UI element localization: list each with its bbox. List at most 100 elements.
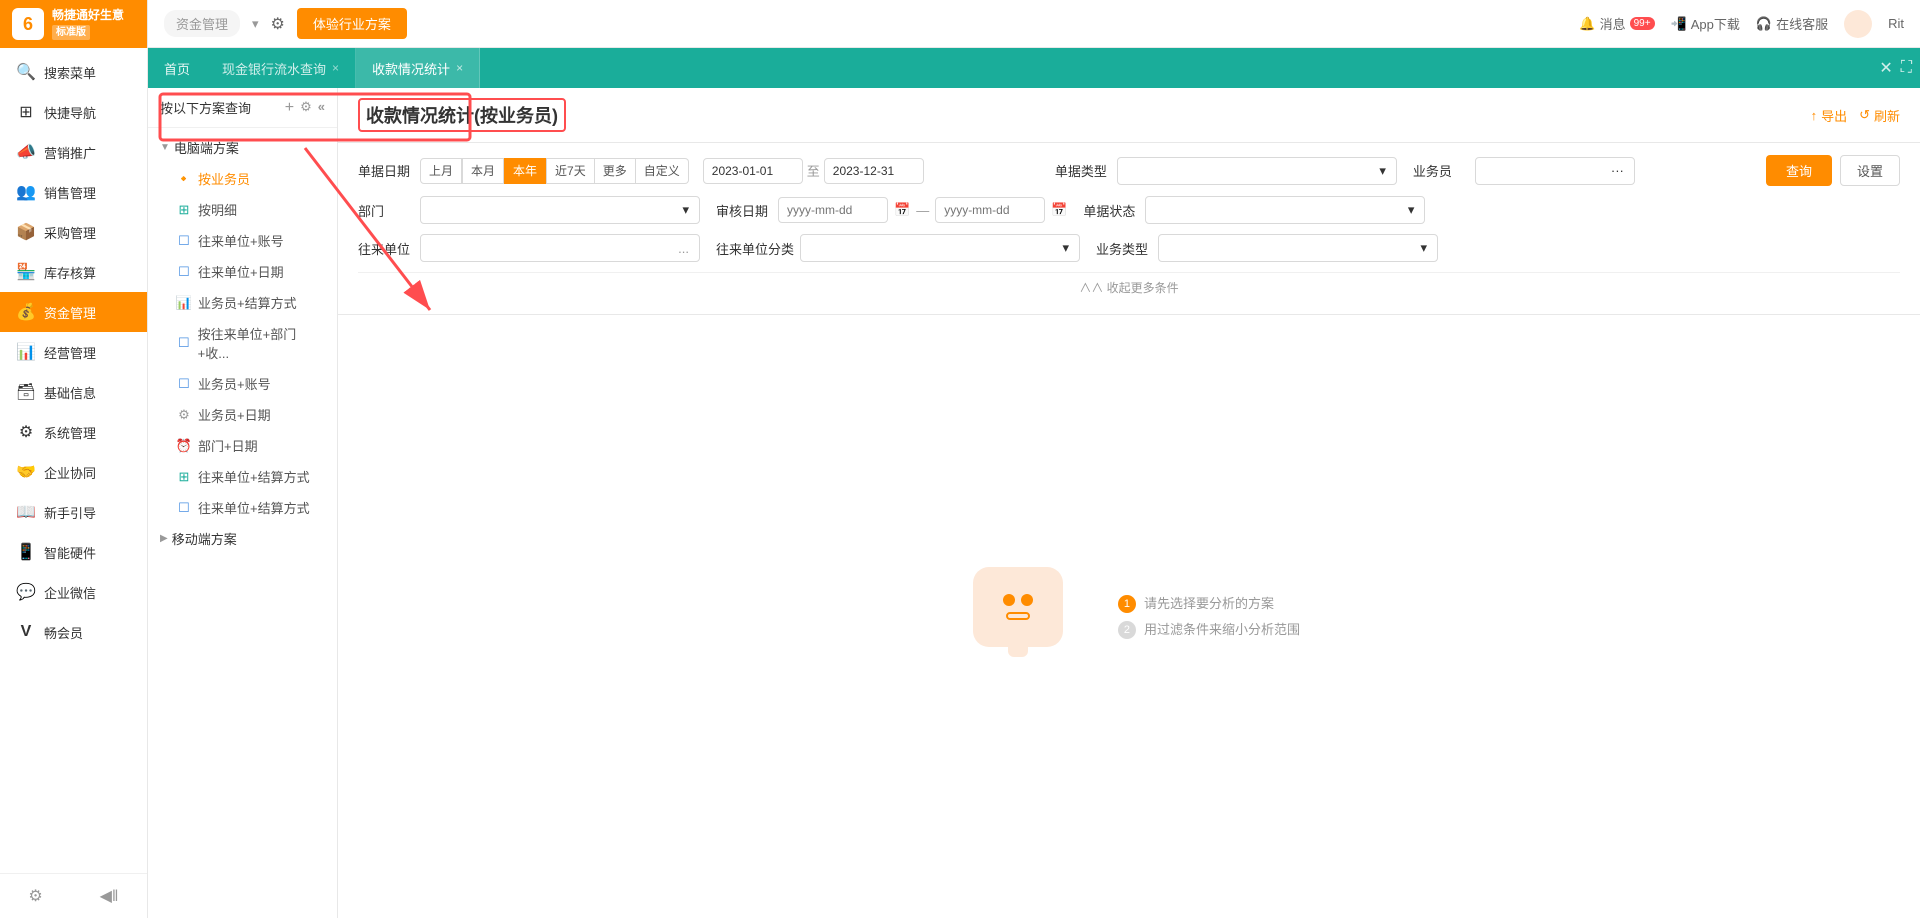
date-btn-last-month[interactable]: 上月 bbox=[420, 158, 462, 184]
app-logo: 6 畅捷通好生意 标准版 bbox=[0, 0, 147, 48]
tab-close-bank[interactable]: × bbox=[332, 61, 339, 75]
voucher-status-arrow: ▾ bbox=[1408, 202, 1415, 218]
sidebar-item-hardware[interactable]: 📱 智能硬件 bbox=[0, 532, 147, 572]
scheme-settings-btn[interactable]: ⚙ bbox=[300, 99, 312, 117]
voucher-status-select[interactable]: ▾ bbox=[1145, 196, 1425, 224]
sidebar-item-sales[interactable]: 👥 销售管理 bbox=[0, 172, 147, 212]
app-download-btn[interactable]: 📲 App下载 bbox=[1671, 14, 1740, 33]
settings-bottom-btn[interactable]: ⚙ bbox=[20, 882, 50, 910]
date-range-btns: 上月 本月 本年 近7天 更多 自定义 bbox=[420, 158, 689, 184]
tree-item-unit-dept[interactable]: ☐ 按往来单位+部门+收... bbox=[148, 318, 337, 368]
tab-close-receipt[interactable]: × bbox=[456, 61, 463, 75]
tree-item-unit-account[interactable]: ☐ 往来单位+账号 bbox=[148, 225, 337, 256]
sidebar-item-collab[interactable]: 🤝 企业协同 bbox=[0, 452, 147, 492]
tree-item-unit-settlement-2[interactable]: ☐ 往来单位+结算方式 bbox=[148, 492, 337, 523]
date-btn-this-year[interactable]: 本年 bbox=[504, 158, 546, 184]
online-service-btn[interactable]: 🎧 在线客服 bbox=[1756, 14, 1828, 33]
tree-item-label: 按明细 bbox=[198, 200, 237, 219]
collapse-bar[interactable]: ∧∧ 收起更多条件 bbox=[358, 272, 1900, 302]
voucher-type-filter: 单据类型 ▾ bbox=[1055, 157, 1397, 185]
sidebar-item-finance[interactable]: 💰 资金管理 bbox=[0, 292, 147, 332]
business-type-arrow: ▾ bbox=[1420, 240, 1427, 256]
message-btn[interactable]: 🔔 消息 99+ bbox=[1579, 14, 1654, 33]
salesperson-label: 业务员 bbox=[1413, 161, 1469, 180]
tree-item-salesperson-date[interactable]: ⚙ 业务员+日期 bbox=[148, 399, 337, 430]
refresh-btn[interactable]: ↺ 刷新 bbox=[1859, 106, 1900, 125]
sidebar-bottom: ⚙ ◀‖ bbox=[0, 873, 147, 918]
sidebar-item-inventory[interactable]: 🏪 库存核算 bbox=[0, 252, 147, 292]
date-range-input: 至 bbox=[703, 158, 924, 184]
step-2: 2 用过滤条件来缩小分析范围 bbox=[1118, 617, 1300, 643]
salesperson-filter: 业务员 ··· bbox=[1413, 157, 1635, 185]
topbar-right: 🔔 消息 99+ 📲 App下载 🎧 在线客服 Rit bbox=[1579, 10, 1904, 38]
tree-item-salesperson-payment[interactable]: 📊 业务员+结算方式 bbox=[148, 287, 337, 318]
tab-fullscreen-btn[interactable]: ⛶ bbox=[1901, 59, 1912, 77]
export-btn[interactable]: ↑ 导出 bbox=[1811, 106, 1848, 125]
topbar-settings-icon[interactable]: ⚙ bbox=[271, 14, 285, 34]
tab-receipt-stats[interactable]: 收款情况统计 × bbox=[356, 48, 480, 88]
date-btn-this-month[interactable]: 本月 bbox=[462, 158, 504, 184]
desktop-group-header[interactable]: ▼ 电脑端方案 bbox=[148, 132, 337, 163]
nav-dropdown-arrow[interactable]: ▾ bbox=[252, 16, 259, 32]
sidebar-item-label: 企业协同 bbox=[44, 463, 96, 482]
sales-icon: 👥 bbox=[16, 182, 36, 202]
mobile-group-header[interactable]: ▶ 移动端方案 bbox=[148, 523, 337, 554]
refresh-icon: ↺ bbox=[1859, 107, 1870, 123]
dept-select[interactable]: ▾ bbox=[420, 196, 700, 224]
tab-bank-flow-label: 现金银行流水查询 bbox=[222, 59, 326, 78]
empty-content: 1 请先选择要分析的方案 2 用过滤条件来缩小分析范围 bbox=[958, 547, 1300, 687]
query-btn[interactable]: 查询 bbox=[1766, 155, 1832, 186]
sidebar-item-quick[interactable]: ⊞ 快捷导航 bbox=[0, 92, 147, 132]
quick-nav-icon: ⊞ bbox=[16, 102, 36, 122]
sidebar-item-guide[interactable]: 📖 新手引导 bbox=[0, 492, 147, 532]
counterpart-more[interactable]: ... bbox=[678, 241, 689, 256]
sidebar-item-management[interactable]: 📊 经营管理 bbox=[0, 332, 147, 372]
add-scheme-btn[interactable]: + bbox=[285, 99, 294, 117]
tab-home[interactable]: 首页 bbox=[148, 48, 206, 88]
audit-date-label: 审核日期 bbox=[716, 201, 772, 220]
sidebar-item-base[interactable]: 🗃 基础信息 bbox=[0, 372, 147, 412]
sidebar-item-marketing[interactable]: 📣 营销推广 bbox=[0, 132, 147, 172]
collapse-sidebar-btn[interactable]: ◀‖ bbox=[92, 882, 127, 910]
dept-filter: 部门 ▾ bbox=[358, 196, 700, 224]
business-type-select[interactable]: ▾ bbox=[1158, 234, 1438, 262]
sidebar-item-label: 库存核算 bbox=[44, 263, 96, 282]
service-label: 在线客服 bbox=[1776, 14, 1828, 33]
salesperson-select[interactable]: ··· bbox=[1475, 157, 1635, 185]
step-2-text: 用过滤条件来缩小分析范围 bbox=[1144, 617, 1300, 643]
counterpart-select[interactable]: ... bbox=[420, 234, 700, 262]
sidebar-item-system[interactable]: ⚙ 系统管理 bbox=[0, 412, 147, 452]
sidebar-item-purchase[interactable]: 📦 采购管理 bbox=[0, 212, 147, 252]
date-btn-7days[interactable]: 近7天 bbox=[546, 158, 595, 184]
date-btn-custom[interactable]: 自定义 bbox=[636, 158, 689, 184]
sidebar-item-label: 经营管理 bbox=[44, 343, 96, 362]
counterpart-category-select[interactable]: ▾ bbox=[800, 234, 1080, 262]
sidebar-item-wechat[interactable]: 💬 企业微信 bbox=[0, 572, 147, 612]
tree-item-unit-settlement-1[interactable]: ⊞ 往来单位+结算方式 bbox=[148, 461, 337, 492]
collapse-panel-btn[interactable]: « bbox=[318, 99, 325, 117]
sidebar-item-member[interactable]: V 畅会员 bbox=[0, 612, 147, 652]
tree-item-dept-date[interactable]: ⏰ 部门+日期 bbox=[148, 430, 337, 461]
date-btn-more[interactable]: 更多 bbox=[595, 158, 636, 184]
tree-item-label: 部门+日期 bbox=[198, 436, 258, 455]
settings-btn[interactable]: 设置 bbox=[1840, 155, 1900, 186]
audit-to-input[interactable] bbox=[935, 197, 1045, 223]
audit-from-input[interactable] bbox=[778, 197, 888, 223]
tab-close-all-btn[interactable]: ✕ bbox=[1879, 58, 1892, 78]
hardware-icon: 📱 bbox=[16, 542, 36, 562]
counterpart-filter: 往来单位 ... bbox=[358, 234, 700, 262]
tree-item-salesperson-account[interactable]: ☐ 业务员+账号 bbox=[148, 368, 337, 399]
tab-bank-flow[interactable]: 现金银行流水查询 × bbox=[206, 48, 356, 88]
system-icon: ⚙ bbox=[16, 422, 36, 442]
user-avatar[interactable] bbox=[1844, 10, 1872, 38]
voucher-type-select[interactable]: ▾ bbox=[1117, 157, 1397, 185]
sidebar-item-label: 基础信息 bbox=[44, 383, 96, 402]
date-from-input[interactable] bbox=[703, 158, 803, 184]
date-to-input[interactable] bbox=[824, 158, 924, 184]
tree-item-salesperson[interactable]: 🔸 按业务员 bbox=[148, 163, 337, 194]
tree-item-unit-date[interactable]: ☐ 往来单位+日期 bbox=[148, 256, 337, 287]
sidebar-item-search[interactable]: 🔍 搜索菜单 bbox=[0, 52, 147, 92]
finance-icon: 💰 bbox=[16, 302, 36, 322]
trial-btn[interactable]: 体验行业方案 bbox=[297, 8, 407, 39]
tree-item-detail[interactable]: ⊞ 按明细 bbox=[148, 194, 337, 225]
